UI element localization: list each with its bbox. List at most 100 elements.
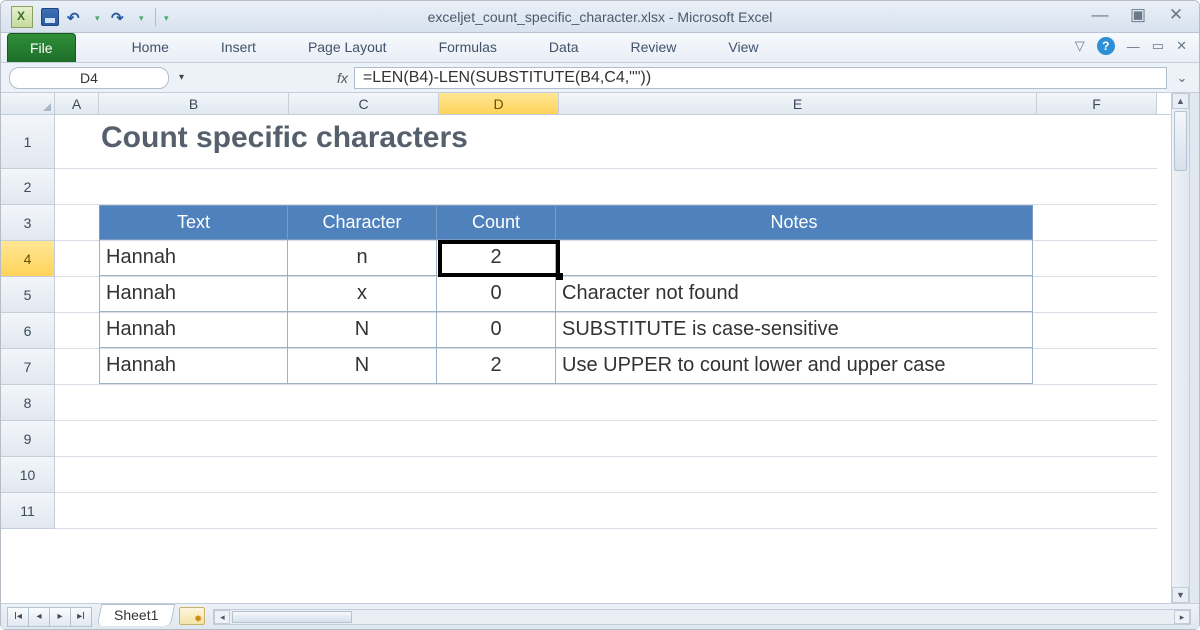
cell-char[interactable]: x [288, 276, 437, 312]
sheet-title: Count specific characters [101, 121, 468, 155]
col-header-D[interactable]: D [439, 93, 559, 114]
cell-text[interactable]: Hannah [100, 276, 288, 312]
cell-notes[interactable] [556, 240, 1033, 276]
scroll-right-icon[interactable]: ▸ [1174, 610, 1190, 624]
sheet-tab-label: Sheet1 [114, 607, 158, 623]
formula-bar-expand-icon[interactable]: ⌄ [1173, 70, 1191, 86]
minimize-icon[interactable]: ― [1089, 5, 1111, 23]
cell-char[interactable]: N [288, 348, 437, 384]
save-icon[interactable] [41, 8, 59, 26]
quick-access-toolbar [1, 6, 172, 28]
name-box-value: D4 [80, 70, 98, 86]
cell-text[interactable]: Hannah [100, 348, 288, 384]
split-handle[interactable] [1189, 93, 1199, 603]
sheet-last-icon[interactable]: ▸I [70, 607, 92, 627]
tab-home[interactable]: Home [106, 33, 195, 62]
row-header-3[interactable]: 3 [1, 205, 55, 241]
select-all-button[interactable] [1, 93, 55, 114]
th-notes[interactable]: Notes [556, 206, 1033, 240]
fill-handle[interactable] [556, 273, 563, 280]
cell-count[interactable]: 2 [437, 240, 556, 276]
worksheet-area: A B C D E F 1 2 3 4 5 6 7 8 9 10 [1, 93, 1199, 603]
th-character[interactable]: Character [288, 206, 437, 240]
th-text[interactable]: Text [100, 206, 288, 240]
sheet-prev-icon[interactable]: ◂ [28, 607, 50, 627]
undo-dropdown-icon[interactable] [95, 9, 103, 25]
row-header-9[interactable]: 9 [1, 421, 55, 457]
vertical-scrollbar[interactable]: ▲ ▼ [1171, 93, 1189, 603]
vscroll-thumb[interactable] [1174, 111, 1187, 171]
tab-file[interactable]: File [7, 33, 76, 62]
row-header-8[interactable]: 8 [1, 385, 55, 421]
undo-icon[interactable] [67, 9, 87, 25]
name-box[interactable]: D4 [9, 67, 169, 89]
maximize-icon[interactable]: ▣ [1127, 5, 1149, 23]
title-bar: exceljet_count_specific_character.xlsx -… [1, 1, 1199, 33]
close-icon[interactable]: ✕ [1165, 5, 1187, 23]
row-header-10[interactable]: 10 [1, 457, 55, 493]
row-header-7[interactable]: 7 [1, 349, 55, 385]
tab-page-layout[interactable]: Page Layout [282, 33, 413, 62]
col-header-F[interactable]: F [1037, 93, 1157, 114]
ribbon-tabs: File Home Insert Page Layout Formulas Da… [1, 33, 1199, 63]
scroll-left-icon[interactable]: ◂ [214, 610, 230, 624]
redo-dropdown-icon[interactable] [139, 9, 147, 25]
scroll-up-icon[interactable]: ▲ [1172, 93, 1189, 109]
sheet-first-icon[interactable]: I◂ [7, 607, 29, 627]
col-header-B[interactable]: B [99, 93, 289, 114]
tab-insert[interactable]: Insert [195, 33, 282, 62]
workbook-minimize-icon[interactable]: ― [1127, 39, 1140, 54]
sheet-nav: I◂ ◂ ▸ ▸I [7, 607, 91, 627]
qat-customize-icon[interactable] [164, 9, 172, 25]
workbook-restore-icon[interactable]: ▭ [1152, 38, 1164, 54]
horizontal-scrollbar[interactable]: ◂ ▸ [213, 609, 1191, 625]
tab-view[interactable]: View [702, 33, 784, 62]
row-header-2[interactable]: 2 [1, 169, 55, 205]
new-sheet-icon[interactable] [179, 607, 205, 625]
table-row: Hannah x 0 Character not found [100, 276, 1033, 312]
status-bar: I◂ ◂ ▸ ▸I Sheet1 ◂ ▸ [1, 603, 1199, 629]
row-header-11[interactable]: 11 [1, 493, 55, 529]
grid[interactable]: A B C D E F 1 2 3 4 5 6 7 8 9 10 [1, 93, 1171, 603]
tab-data[interactable]: Data [523, 33, 605, 62]
cell-notes[interactable]: Use UPPER to count lower and upper case [556, 348, 1033, 384]
scroll-down-icon[interactable]: ▼ [1172, 587, 1189, 603]
hscroll-thumb[interactable] [232, 611, 352, 623]
help-icon[interactable]: ? [1097, 37, 1115, 55]
tab-review[interactable]: Review [605, 33, 703, 62]
cell-count[interactable]: 0 [437, 276, 556, 312]
qat-separator [155, 8, 156, 26]
col-header-C[interactable]: C [289, 93, 439, 114]
tab-formulas[interactable]: Formulas [413, 33, 523, 62]
excel-icon[interactable] [11, 6, 33, 28]
app-window: exceljet_count_specific_character.xlsx -… [0, 0, 1200, 630]
cell-char[interactable]: n [288, 240, 437, 276]
column-headers: A B C D E F [1, 93, 1171, 115]
workbook-close-icon[interactable]: ✕ [1176, 38, 1187, 54]
cell-text[interactable]: Hannah [100, 240, 288, 276]
row-header-4[interactable]: 4 [1, 241, 55, 277]
table-row: Hannah n 2 [100, 240, 1033, 276]
col-header-A[interactable]: A [55, 93, 99, 114]
cell-notes[interactable]: SUBSTITUTE is case-sensitive [556, 312, 1033, 348]
table-row: Hannah N 2 Use UPPER to count lower and … [100, 348, 1033, 384]
row-header-1[interactable]: 1 [1, 115, 55, 169]
cell-notes[interactable]: Character not found [556, 276, 1033, 312]
window-controls: ― ▣ ✕ [1089, 5, 1187, 23]
cell-char[interactable]: N [288, 312, 437, 348]
redo-icon[interactable] [111, 9, 131, 25]
row-header-5[interactable]: 5 [1, 277, 55, 313]
sheet-tab-sheet1[interactable]: Sheet1 [97, 604, 176, 626]
fx-icon[interactable]: fx [337, 70, 348, 86]
sheet-next-icon[interactable]: ▸ [49, 607, 71, 627]
ribbon-minimize-icon[interactable]: ▽ [1075, 38, 1085, 54]
th-count[interactable]: Count [437, 206, 556, 240]
col-header-E[interactable]: E [559, 93, 1037, 114]
formula-bar: D4 fx ⌄ [1, 63, 1199, 93]
data-table: Text Character Count Notes Hannah n 2 Ha… [99, 205, 1033, 384]
row-header-6[interactable]: 6 [1, 313, 55, 349]
cell-count[interactable]: 2 [437, 348, 556, 384]
cell-count[interactable]: 0 [437, 312, 556, 348]
cell-text[interactable]: Hannah [100, 312, 288, 348]
formula-input[interactable] [354, 67, 1167, 89]
